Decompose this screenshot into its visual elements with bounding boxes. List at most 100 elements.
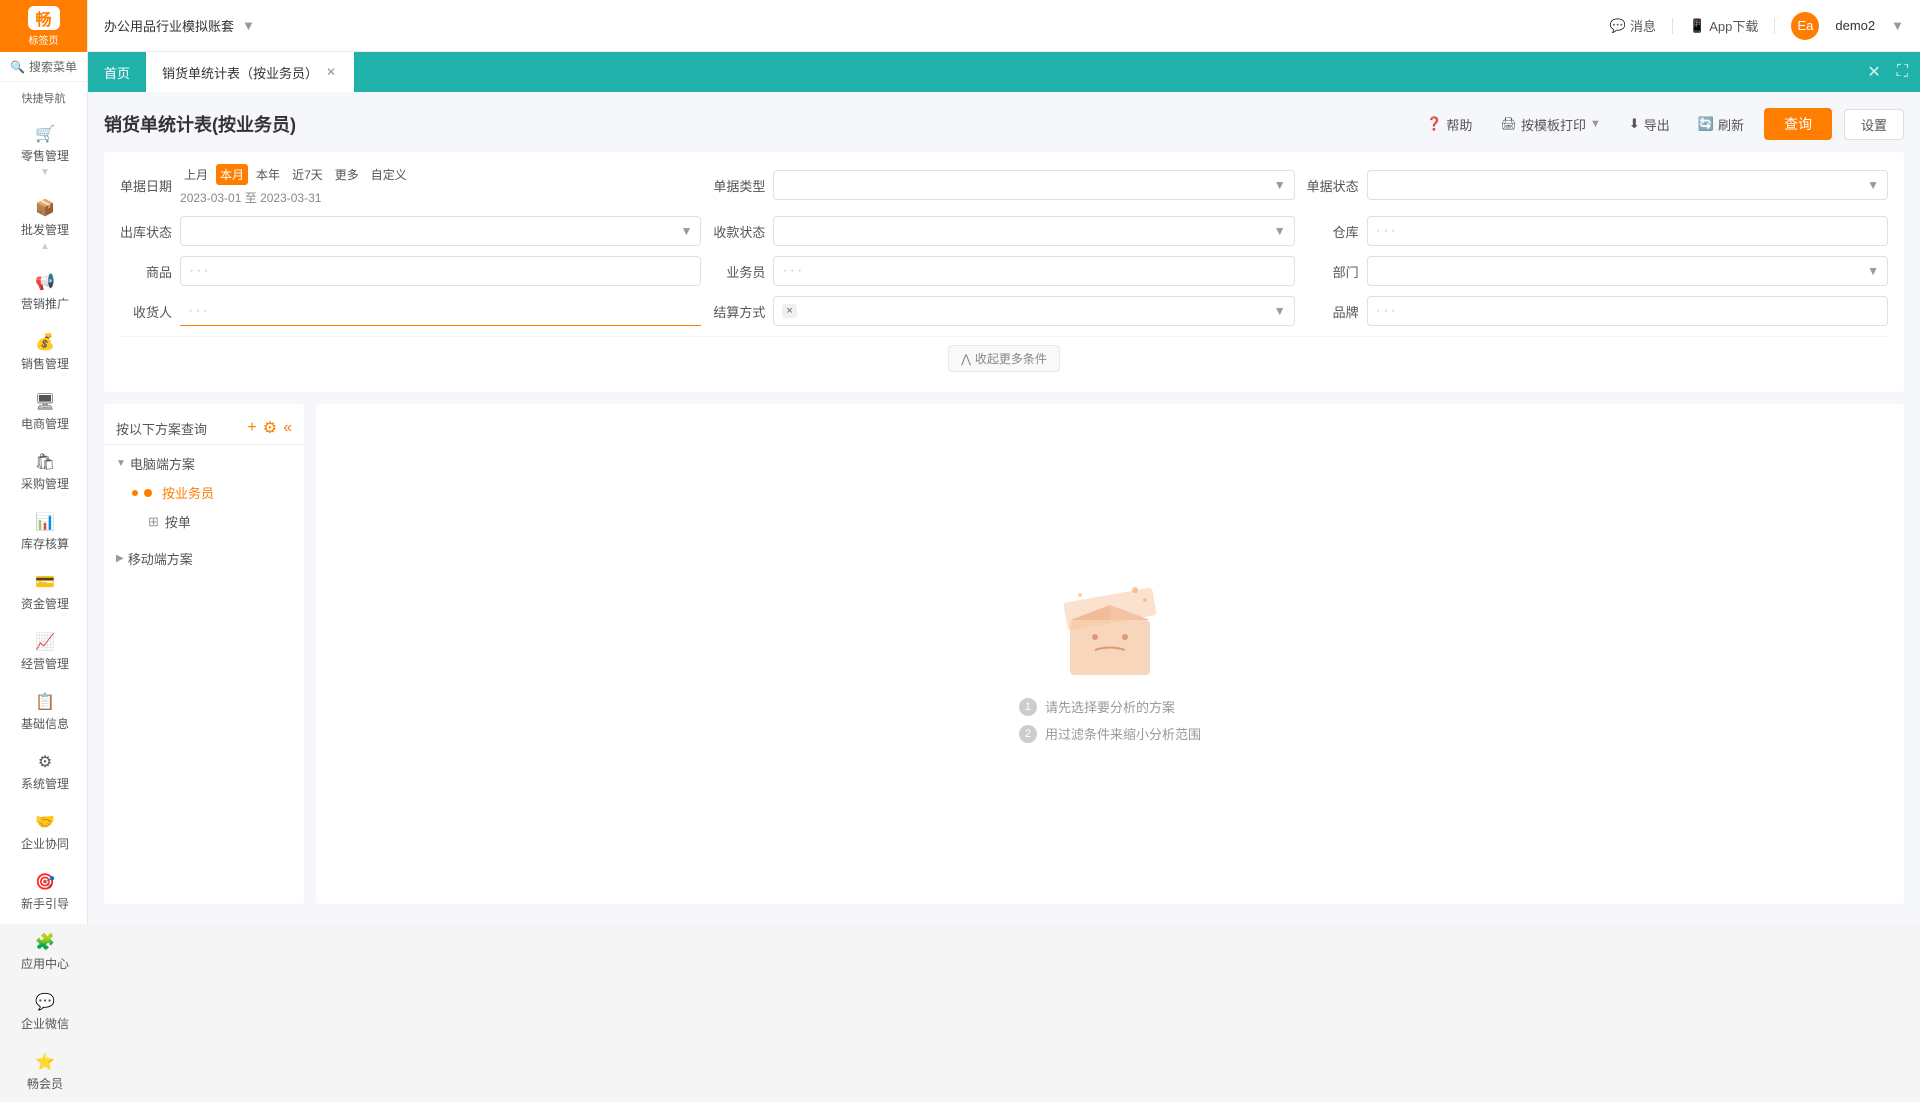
collapse-button[interactable]: ⋀ 收起更多条件 [948,345,1060,372]
help-icon: ❓ [1426,116,1442,132]
filter-date: 单据日期 上月 本月 本年 近7天 更多 自定义 2023-03-01 至 20… [120,164,701,206]
sidebar-item-sales[interactable]: 💰 销售管理 [0,322,87,382]
print-button[interactable]: 🖨 按模板打印 ▼ [1492,111,1608,138]
search-label: 搜索菜单 [29,58,77,75]
date-cur-year[interactable]: 本年 [252,164,284,185]
sidebar-item-marketing[interactable]: 📢 营销推广 [0,262,87,322]
sidebar-item-purchase[interactable]: 🛍 采购管理 [0,442,87,502]
settings-button[interactable]: 设置 [1844,109,1904,140]
doc-type-select[interactable]: ▼ [773,170,1294,200]
export-button[interactable]: ⬇ 导出 [1621,111,1678,138]
sidebar-item-vip[interactable]: ⭐ 畅会员 [0,1042,87,1102]
date-prev-month[interactable]: 上月 [180,164,212,185]
help-label: 帮助 [1446,115,1472,134]
filter-row-4: 收货人 ··· 结算方式 × ▼ [120,296,1888,326]
sidebar-item-label: 批发管理 [21,221,69,238]
plan-subitem-label: 按单 [165,512,191,531]
breadcrumb-dropdown-icon[interactable]: ▼ [242,18,255,33]
sidebar-item-operation[interactable]: 📈 经营管理 [0,622,87,682]
tab-close-window-icon[interactable]: ✕ [1863,58,1884,86]
sidebar-item-appstore[interactable]: 🧩 应用中心 [0,922,87,982]
filter-panel: 单据日期 上月 本月 本年 近7天 更多 自定义 2023-03-01 至 20… [104,152,1904,392]
plan-item-by-staff[interactable]: 按业务员 [104,478,304,507]
date-7days[interactable]: 近7天 [288,164,327,185]
add-plan-icon[interactable]: + [247,419,256,437]
sidebar-item-retail[interactable]: 🛒 零售管理 ▼ [0,114,87,188]
receiver-input[interactable]: ··· [180,296,701,326]
sidebar-item-wechat[interactable]: 💬 企业微信 [0,982,87,1042]
plan-item-by-order[interactable]: ⊞ 按单 [104,507,304,536]
refresh-button[interactable]: 🔄 刷新 [1690,111,1752,138]
filter-dept: 部门 ▼ [1307,256,1888,286]
logo-subtext: 标签页 [29,32,59,47]
receiver-label: 收货人 [120,302,172,321]
collapse-sidebar-icon[interactable]: « [283,419,292,437]
sidebar-item-ecommerce[interactable]: 🖥 电商管理 [0,382,87,442]
inventory-icon: 📊 [35,512,55,532]
sidebar-item-label: 零售管理 [21,147,69,164]
header-actions: 💬 消息 📱 App下载 Ea demo2 ▼ [1610,12,1904,40]
tip-text-2: 用过滤条件来缩小分析范围 [1045,724,1201,743]
user-name[interactable]: demo2 [1835,18,1875,33]
warehouse-select[interactable]: ··· [1367,216,1888,246]
user-dropdown-icon[interactable]: ▼ [1891,18,1904,33]
sidebar-item-inventory[interactable]: 📊 库存核算 [0,502,87,562]
settings-plan-icon[interactable]: ⚙ [263,418,277,438]
tab-close-icon[interactable]: ✕ [324,63,338,81]
sidebar-item-enterprise[interactable]: 🤝 企业协同 [0,802,87,862]
sidebar-item-newbie[interactable]: 🎯 新手引导 [0,862,87,922]
filter-sidebar-actions: + ⚙ « [247,418,292,438]
date-range-text: 2023-03-01 至 2023-03-31 [180,189,701,206]
sidebar-item-finance[interactable]: 💳 资金管理 [0,562,87,622]
brand-select[interactable]: ··· [1367,296,1888,326]
app-download-action[interactable]: 📱 App下载 [1689,16,1758,35]
receive-status-select[interactable]: ▼ [773,216,1294,246]
dept-caret: ▼ [1867,264,1879,278]
date-more[interactable]: 更多 [331,164,363,185]
tip-num-2: 2 [1019,725,1037,743]
out-status-label: 出库状态 [120,222,172,241]
page-title-bar: 销货单统计表(按业务员) ❓ 帮助 🖨 按模板打印 ▼ ⬇ 导出 [104,108,1904,140]
out-status-caret: ▼ [680,224,692,238]
staff-select[interactable]: ··· [773,256,1294,286]
quick-nav[interactable]: 快捷导航 [18,82,70,114]
settle-select[interactable]: × ▼ [773,296,1294,326]
wholesale-icon: 📦 [35,198,55,218]
empty-tip-2: 2 用过滤条件来缩小分析范围 [1019,724,1201,743]
help-button[interactable]: ❓ 帮助 [1418,111,1480,138]
filter-sidebar-title: 按以下方案查询 [116,419,207,438]
tab-maximize-icon[interactable]: ⛶ [1893,59,1912,85]
sidebar-item-wholesale[interactable]: 📦 批发管理 ▲ [0,188,87,262]
filter-settle: 结算方式 × ▼ [713,296,1294,326]
settle-tag[interactable]: × [782,304,796,318]
message-action[interactable]: 💬 消息 [1610,16,1656,35]
operation-icon: 📈 [35,632,55,652]
tab-report-label: 销货单统计表（按业务员） [162,63,318,82]
date-label: 单据日期 [120,176,172,195]
plan-group-mobile-header[interactable]: ▶ 移动端方案 [104,544,304,573]
avatar-char: Ea [1797,18,1813,33]
sidebar-search[interactable]: 🔍 搜索菜单 [0,52,87,82]
sidebar-item-system[interactable]: ⚙ 系统管理 [0,742,87,802]
tab-report[interactable]: 销货单统计表（按业务员） ✕ [146,52,354,92]
refresh-icon: 🔄 [1698,116,1714,132]
export-icon: ⬇ [1629,116,1640,132]
doc-status-caret: ▼ [1867,178,1879,192]
sidebar-logo: 畅 标签页 [0,0,87,52]
tab-home[interactable]: 首页 [88,52,146,92]
doc-status-select[interactable]: ▼ [1367,170,1888,200]
date-cur-month[interactable]: 本月 [216,164,248,185]
header-divider2 [1774,18,1775,34]
doc-status-label: 单据状态 [1307,176,1359,195]
plan-group-desktop-header[interactable]: ▼ 电脑端方案 [104,449,304,478]
empty-illustration [1050,565,1170,685]
filter-receive-status: 收款状态 ▼ [713,216,1294,246]
content-area: 按以下方案查询 + ⚙ « ▼ 电脑端方案 [104,404,1904,904]
sidebar-item-basic[interactable]: 📋 基础信息 [0,682,87,742]
query-button[interactable]: 查询 [1764,108,1832,140]
tab-home-label: 首页 [104,63,130,82]
goods-select[interactable]: ··· [180,256,701,286]
date-custom[interactable]: 自定义 [367,164,411,185]
dept-select[interactable]: ▼ [1367,256,1888,286]
out-status-select[interactable]: ▼ [180,216,701,246]
